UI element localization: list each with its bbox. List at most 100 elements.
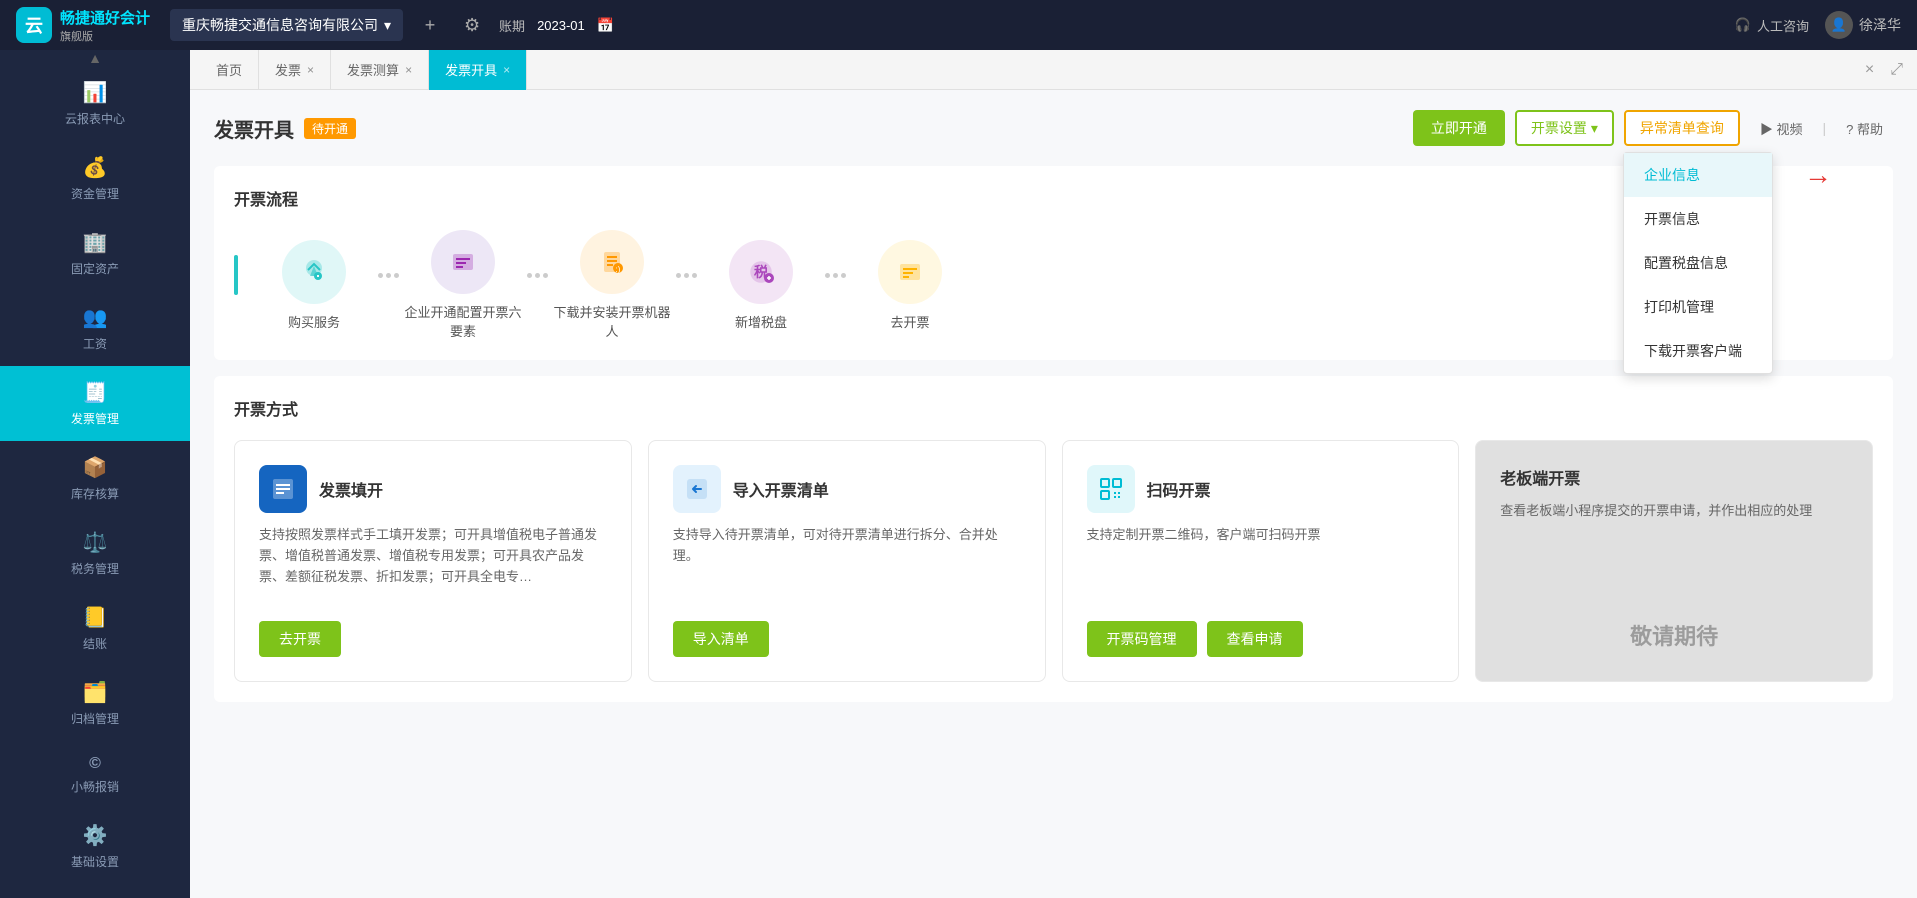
- step-connector: [825, 273, 846, 298]
- scan-buttons: 开票码管理 查看申请: [1087, 621, 1435, 657]
- step-connector: [378, 273, 399, 298]
- sidebar: ▲ 📊 云报表中心 💰 资金管理 🏢 固定资产 👥 工资 🧾 发票管理: [0, 50, 190, 898]
- invoice-methods-grid: 发票填开 支持按照发票样式手工填开发票；可开具增值税电子普通发票、增值税普通发票…: [234, 440, 1873, 682]
- tab-close-icon[interactable]: ×: [405, 63, 412, 77]
- avatar: 👤: [1825, 11, 1853, 39]
- video-button[interactable]: ▶ 视频: [1750, 113, 1813, 144]
- sidebar-item-gongzi[interactable]: 👥 工资: [0, 291, 190, 366]
- sidebar-scroll-up[interactable]: ▲: [0, 50, 190, 66]
- xiaochang-icon: ©: [89, 755, 101, 773]
- app-edition: 旗舰版: [60, 28, 150, 44]
- exception-button[interactable]: 异常清单查询: [1624, 110, 1740, 146]
- step-icon-config: [431, 230, 495, 294]
- header-actions: 立即开通 开票设置 ▾ 异常清单查询 ▶ 视频 | ? 帮助 企业信息: [1413, 110, 1893, 146]
- method-header: 导入开票清单: [673, 465, 1021, 513]
- method-header: 发票填开: [259, 465, 607, 513]
- close-tab-button[interactable]: ×: [1861, 57, 1878, 83]
- jichushezhi-icon: ⚙️: [83, 823, 108, 848]
- kucun-icon: 📦: [83, 455, 108, 480]
- method-title: 扫码开票: [1147, 477, 1211, 501]
- scan-apply-button[interactable]: 查看申请: [1207, 621, 1303, 657]
- gongzi-icon: 👥: [83, 305, 108, 330]
- sidebar-item-fapiao[interactable]: 🧾 发票管理: [0, 366, 190, 441]
- step-icon-invoice: [878, 240, 942, 304]
- tab-close-icon[interactable]: ×: [307, 63, 314, 77]
- dropdown-item-peizhi[interactable]: 配置税盘信息: [1624, 241, 1772, 285]
- sidebar-item-xinshouyindao[interactable]: ▶ 新手引导: [0, 884, 190, 898]
- top-bar-right: 🎧 人工咨询 👤 徐泽华: [1735, 11, 1901, 39]
- item-label: 企业信息: [1644, 167, 1700, 183]
- company-selector[interactable]: 重庆畅捷交通信息咨询有限公司 ▾: [170, 9, 403, 41]
- tab-fapiao[interactable]: 发票 ×: [259, 50, 331, 90]
- support-button[interactable]: 🎧 人工咨询: [1735, 16, 1809, 35]
- dropdown-item-xiazai[interactable]: 下载开票客户端: [1624, 329, 1772, 373]
- user-area[interactable]: 👤 徐泽华: [1825, 11, 1901, 39]
- shuiwu-icon: ⚖️: [83, 530, 108, 555]
- process-step-download: :) 下载并安装开票机器人: [552, 230, 672, 340]
- sidebar-item-label: 发票管理: [71, 410, 119, 427]
- period-value: 2023-01: [537, 18, 585, 33]
- logo-icon: 云: [16, 7, 52, 43]
- gudingzichan-icon: 🏢: [83, 230, 108, 255]
- method-desc: 支持按照发票样式手工填开发票；可开具增值税电子普通发票、增值税普通发票、增值税专…: [259, 525, 607, 605]
- sidebar-item-label: 基础设置: [71, 853, 119, 870]
- headset-icon: 🎧: [1735, 17, 1751, 33]
- top-bar-actions: + ⚙ 账期 2023-01 📅: [415, 10, 614, 40]
- method-title: 发票填开: [319, 477, 383, 501]
- sidebar-item-yunbao[interactable]: 📊 云报表中心: [0, 66, 190, 141]
- sidebar-item-label: 税务管理: [71, 560, 119, 577]
- company-name: 重庆畅捷交通信息咨询有限公司: [182, 15, 378, 35]
- tab-bar: 首页 发票 × 发票测算 × 发票开具 × × ⤢: [190, 50, 1917, 90]
- sidebar-item-kucun[interactable]: 📦 库存核算: [0, 441, 190, 516]
- sidebar-item-guidang[interactable]: 🗂️ 归档管理: [0, 666, 190, 741]
- tab-home[interactable]: 首页: [200, 50, 259, 90]
- sidebar-item-label: 工资: [83, 335, 107, 352]
- step-icon-buy: [282, 240, 346, 304]
- tab-fapiaokaiju[interactable]: 发票开具 ×: [429, 50, 527, 90]
- sidebar-item-shuiwu[interactable]: ⚖️ 税务管理: [0, 516, 190, 591]
- zijin-icon: 💰: [83, 155, 108, 180]
- calendar-icon[interactable]: 📅: [597, 17, 614, 34]
- dropdown-item-kaipiaoxinxi[interactable]: 开票信息: [1624, 197, 1772, 241]
- dropdown-item-dayinji[interactable]: 打印机管理: [1624, 285, 1772, 329]
- page-title-area: 发票开具 待开通: [214, 114, 356, 143]
- step-connector: [527, 273, 548, 298]
- help-button[interactable]: ? 帮助: [1836, 113, 1893, 144]
- maximize-button[interactable]: ⤢: [1886, 57, 1907, 83]
- method-card-import: 导入开票清单 支持导入待开票清单，可对待开票清单进行拆分、合并处理。 导入清单: [648, 440, 1046, 682]
- settings-button[interactable]: 开票设置 ▾: [1515, 110, 1614, 146]
- step-label: 企业开通配置开票六要素: [403, 302, 523, 340]
- tab-fapiaocesuan[interactable]: 发票测算 ×: [331, 50, 429, 90]
- fill-invoice-button[interactable]: 去开票: [259, 621, 341, 657]
- activate-button[interactable]: 立即开通: [1413, 110, 1505, 146]
- method-card-boss: 老板端开票 查看老板端小程序提交的开票申请，并作出相应的处理 敬请期待: [1475, 440, 1873, 682]
- method-desc: 支持定制开票二维码，客户端可扫码开票: [1087, 525, 1435, 605]
- step-label: 下载并安装开票机器人: [552, 302, 672, 340]
- scan-manage-button[interactable]: 开票码管理: [1087, 621, 1197, 657]
- jiezhang-icon: 📒: [83, 605, 108, 630]
- method-header: 扫码开票: [1087, 465, 1435, 513]
- page-title: 发票开具: [214, 114, 294, 143]
- tab-close-icon[interactable]: ×: [503, 63, 510, 77]
- settings-icon[interactable]: ⚙: [457, 10, 487, 40]
- sidebar-item-zijin[interactable]: 💰 资金管理: [0, 141, 190, 216]
- add-tab-button[interactable]: +: [415, 10, 445, 40]
- support-label: 人工咨询: [1757, 16, 1809, 35]
- sidebar-item-xiaochang[interactable]: © 小畅报销: [0, 741, 190, 809]
- user-name: 徐泽华: [1859, 15, 1901, 35]
- main-area: ▲ 📊 云报表中心 💰 资金管理 🏢 固定资产 👥 工资 🧾 发票管理: [0, 50, 1917, 898]
- sidebar-item-jiezhang[interactable]: 📒 结账: [0, 591, 190, 666]
- sidebar-item-gudingzichan[interactable]: 🏢 固定资产: [0, 216, 190, 291]
- import-invoice-button[interactable]: 导入清单: [673, 621, 769, 657]
- step-label: 去开票: [890, 312, 929, 331]
- dropdown-item-qiyexinxi[interactable]: 企业信息 →: [1624, 153, 1772, 197]
- method-card-scan: 扫码开票 支持定制开票二维码，客户端可扫码开票 开票码管理 查看申请: [1062, 440, 1460, 682]
- sidebar-item-label: 库存核算: [71, 485, 119, 502]
- method-desc: 查看老板端小程序提交的开票申请，并作出相应的处理: [1500, 501, 1848, 581]
- method-header: 老板端开票: [1500, 465, 1848, 489]
- settings-label: 开票设置: [1531, 118, 1587, 138]
- sidebar-item-label: 结账: [83, 635, 107, 652]
- tab-label: 发票测算: [347, 60, 399, 79]
- import-invoice-icon: [673, 465, 721, 513]
- sidebar-item-jichushezhi[interactable]: ⚙️ 基础设置: [0, 809, 190, 884]
